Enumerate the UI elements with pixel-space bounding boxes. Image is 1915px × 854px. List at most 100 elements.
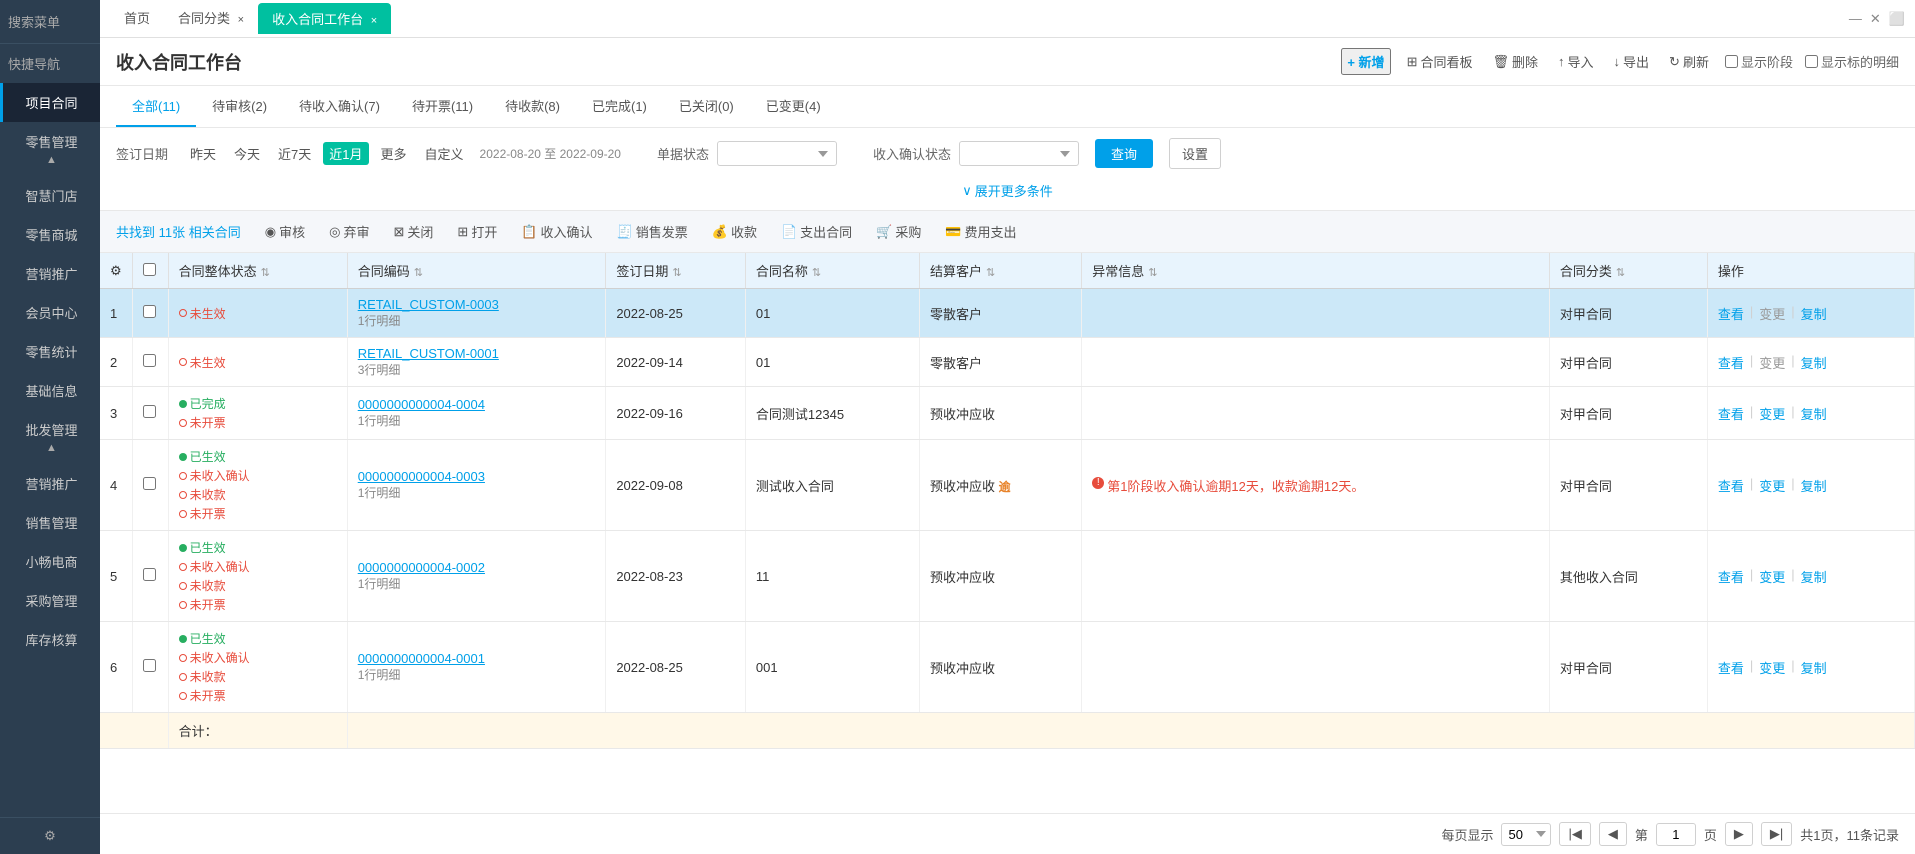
close-contract-button[interactable]: ⊠ 关闭 bbox=[386, 219, 442, 244]
filter-tab-completed[interactable]: 已完成(1) bbox=[576, 86, 663, 127]
sidebar-item-project-contract[interactable]: 项目合同 bbox=[0, 83, 100, 122]
expense-out-button[interactable]: 💳 费用支出 bbox=[937, 219, 1024, 244]
expand-conditions-button[interactable]: ∨ 展开更多条件 bbox=[962, 181, 1053, 200]
filter-tab-changed[interactable]: 已变更(4) bbox=[750, 86, 837, 127]
contract-link[interactable]: 0000000000004-0003 bbox=[358, 469, 485, 484]
edit-link[interactable]: 变更 bbox=[1759, 404, 1785, 423]
row-exception bbox=[1082, 289, 1550, 338]
view-link[interactable]: 查看 bbox=[1718, 304, 1744, 323]
abandon-audit-button[interactable]: ◎ 弃审 bbox=[321, 219, 377, 244]
doc-status-select[interactable] bbox=[717, 141, 837, 166]
view-link[interactable]: 查看 bbox=[1718, 567, 1744, 586]
row-checkbox[interactable] bbox=[132, 531, 168, 622]
page-input[interactable] bbox=[1656, 823, 1696, 846]
tab-contract-category[interactable]: 合同分类 × bbox=[164, 0, 258, 37]
col-checkbox[interactable] bbox=[132, 253, 168, 289]
sidebar-item-marketing[interactable]: 营销推广 bbox=[0, 254, 100, 293]
sales-invoice-button[interactable]: 🧾 销售发票 bbox=[609, 219, 696, 244]
sidebar-item-wholesale[interactable]: 批发管理 ▲ bbox=[0, 410, 100, 464]
next-page-button[interactable]: ▶ bbox=[1725, 822, 1753, 846]
open-button[interactable]: ⊞ 打开 bbox=[449, 219, 505, 244]
date-opt-custom[interactable]: 自定义 bbox=[419, 142, 470, 165]
window-minimize-icon[interactable]: — bbox=[1849, 11, 1862, 26]
filter-tab-pending-invoice[interactable]: 待开票(11) bbox=[396, 86, 489, 127]
prev-page-button[interactable]: ◀ bbox=[1599, 822, 1627, 846]
view-link[interactable]: 查看 bbox=[1718, 353, 1744, 372]
contract-link[interactable]: 0000000000004-0002 bbox=[358, 560, 485, 575]
contract-link[interactable]: 0000000000004-0004 bbox=[358, 397, 485, 412]
edit-link[interactable]: 变更 bbox=[1759, 476, 1785, 495]
window-expand-icon[interactable]: ⬜ bbox=[1889, 11, 1905, 27]
new-button[interactable]: + 新增 bbox=[1341, 48, 1390, 75]
filter-tab-pending-payment[interactable]: 待收款(8) bbox=[489, 86, 576, 127]
delete-button[interactable]: 🗑 删除 bbox=[1488, 50, 1542, 73]
view-link[interactable]: 查看 bbox=[1718, 404, 1744, 423]
copy-link[interactable]: 复制 bbox=[1801, 476, 1827, 495]
sidebar-settings[interactable]: ⚙ bbox=[0, 817, 100, 854]
sidebar-item-member-center[interactable]: 会员中心 bbox=[0, 293, 100, 332]
col-code: 合同编码⇅ bbox=[347, 253, 606, 289]
show-fields-checkbox[interactable]: 显示阶段 bbox=[1725, 52, 1793, 71]
row-checkbox[interactable] bbox=[132, 622, 168, 713]
copy-link[interactable]: 复制 bbox=[1801, 658, 1827, 677]
expense-contract-button[interactable]: 📄 支出合同 bbox=[773, 219, 860, 244]
refresh-button[interactable]: ↻ 刷新 bbox=[1665, 50, 1713, 73]
sidebar-item-smart-store[interactable]: 智慧门店 bbox=[0, 176, 100, 215]
sidebar-item-ecommerce[interactable]: 小畅电商 bbox=[0, 542, 100, 581]
sidebar-item-inventory[interactable]: 库存核算 bbox=[0, 620, 100, 659]
copy-link[interactable]: 复制 bbox=[1801, 353, 1827, 372]
filter-tab-pending-review[interactable]: 待审核(2) bbox=[196, 86, 283, 127]
show-detail-checkbox[interactable]: 显示标的明细 bbox=[1805, 52, 1899, 71]
tab-contract-category-close[interactable]: × bbox=[238, 14, 244, 26]
col-settings[interactable]: ⚙ bbox=[100, 253, 132, 289]
sidebar-item-retail-stats[interactable]: 零售统计 bbox=[0, 332, 100, 371]
edit-link[interactable]: 变更 bbox=[1759, 567, 1785, 586]
last-page-button[interactable]: ▶| bbox=[1761, 822, 1792, 846]
sidebar-item-basic-info[interactable]: 基础信息 bbox=[0, 371, 100, 410]
tab-income-contract-close[interactable]: × bbox=[371, 15, 377, 27]
copy-link[interactable]: 复制 bbox=[1801, 404, 1827, 423]
date-opt-more[interactable]: 更多 bbox=[375, 142, 413, 165]
export-button[interactable]: ↓ 导出 bbox=[1610, 50, 1654, 73]
contract-link[interactable]: 0000000000004-0001 bbox=[358, 651, 485, 666]
sidebar-quick-nav[interactable]: 快捷导航 bbox=[0, 44, 100, 83]
view-link[interactable]: 查看 bbox=[1718, 658, 1744, 677]
first-page-button[interactable]: |◀ bbox=[1559, 822, 1590, 846]
sidebar-item-sales-mgmt[interactable]: 销售管理 bbox=[0, 503, 100, 542]
income-confirm-button[interactable]: 📋 收入确认 bbox=[513, 219, 600, 244]
sidebar-item-marketing2[interactable]: 营销推广 bbox=[0, 464, 100, 503]
sidebar-item-purchase[interactable]: 采购管理 bbox=[0, 581, 100, 620]
date-opt-today[interactable]: 今天 bbox=[228, 142, 266, 165]
sidebar-search[interactable]: 搜索菜单 bbox=[0, 0, 100, 44]
filter-tab-all[interactable]: 全部(11) bbox=[116, 86, 196, 127]
edit-link[interactable]: 变更 bbox=[1759, 658, 1785, 677]
date-opt-7days[interactable]: 近7天 bbox=[272, 142, 317, 165]
filter-tab-closed[interactable]: 已关闭(0) bbox=[663, 86, 750, 127]
contract-link[interactable]: RETAIL_CUSTOM-0003 bbox=[358, 297, 499, 312]
query-button[interactable]: 查询 bbox=[1095, 139, 1153, 168]
date-opt-1month[interactable]: 近1月 bbox=[323, 142, 368, 165]
per-page-select[interactable]: 50 100 200 bbox=[1501, 823, 1551, 846]
audit-button[interactable]: ◉ 审核 bbox=[257, 219, 313, 244]
row-checkbox[interactable] bbox=[132, 338, 168, 387]
purchase-button[interactable]: 🛒 采购 bbox=[868, 219, 929, 244]
sidebar-item-retail-mall[interactable]: 零售商城 bbox=[0, 215, 100, 254]
tab-home[interactable]: 首页 bbox=[110, 0, 164, 37]
row-checkbox[interactable] bbox=[132, 289, 168, 338]
tab-income-contract[interactable]: 收入合同工作台 × bbox=[258, 3, 391, 34]
import-button[interactable]: ↑ 导入 bbox=[1554, 50, 1598, 73]
copy-link[interactable]: 复制 bbox=[1801, 567, 1827, 586]
date-opt-yesterday[interactable]: 昨天 bbox=[184, 142, 222, 165]
income-confirm-select[interactable] bbox=[959, 141, 1079, 166]
window-close-icon[interactable]: ✕ bbox=[1870, 11, 1881, 27]
view-link[interactable]: 查看 bbox=[1718, 476, 1744, 495]
payment-button[interactable]: 💰 收款 bbox=[704, 219, 765, 244]
kanban-button[interactable]: ⊞ 合同看板 bbox=[1403, 50, 1477, 73]
sidebar-item-retail-mgmt[interactable]: 零售管理 ▲ bbox=[0, 122, 100, 176]
row-checkbox[interactable] bbox=[132, 440, 168, 531]
contract-link[interactable]: RETAIL_CUSTOM-0001 bbox=[358, 346, 499, 361]
settings-button[interactable]: 设置 bbox=[1169, 138, 1221, 169]
copy-link[interactable]: 复制 bbox=[1801, 304, 1827, 323]
filter-tab-pending-confirm[interactable]: 待收入确认(7) bbox=[283, 86, 396, 127]
row-checkbox[interactable] bbox=[132, 387, 168, 440]
